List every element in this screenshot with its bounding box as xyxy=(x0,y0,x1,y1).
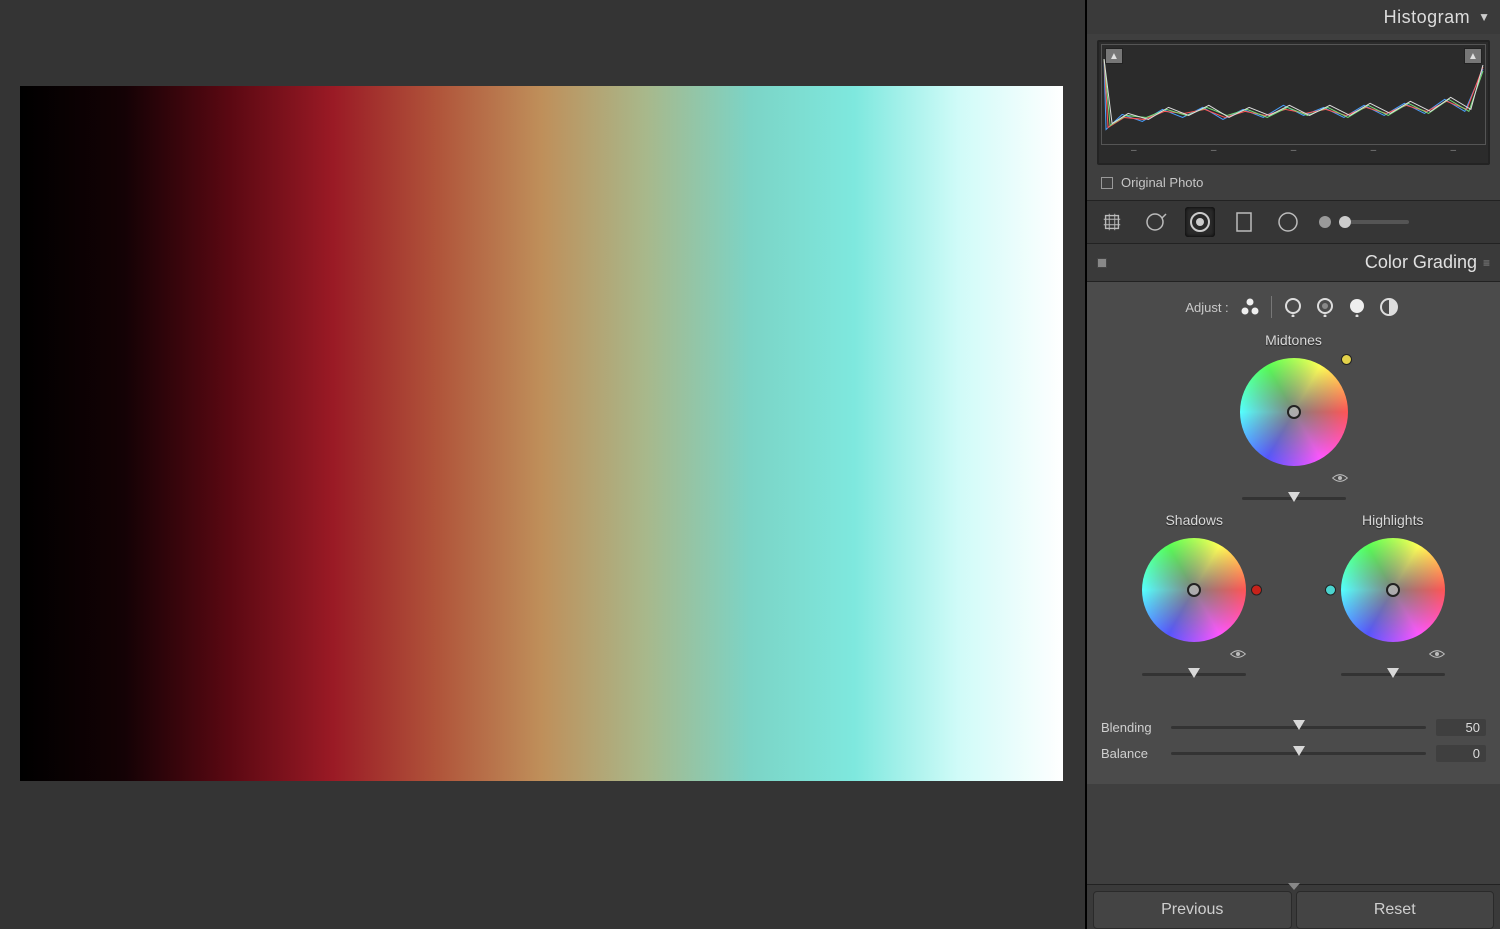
highlights-luminance-slider[interactable] xyxy=(1341,668,1445,680)
shadows-color-wheel[interactable] xyxy=(1142,538,1246,642)
panel-footer-buttons: Previous Reset xyxy=(1087,884,1500,929)
shadows-mode-icon xyxy=(1283,297,1303,317)
preview-image[interactable] xyxy=(20,86,1063,781)
brush-slider-knob[interactable] xyxy=(1339,216,1351,228)
histogram-container: ▲ ▲ – – – – – xyxy=(1097,40,1490,165)
develop-side-panel: Histogram ▼ ▲ ▲ – – – – – xyxy=(1085,0,1500,929)
original-photo-row[interactable]: Original Photo xyxy=(1087,165,1500,200)
blending-value[interactable]: 50 xyxy=(1436,719,1486,736)
shadows-wheel-center[interactable] xyxy=(1187,583,1201,597)
gradient-tool-button[interactable] xyxy=(1229,207,1259,237)
balance-slider[interactable] xyxy=(1171,752,1426,755)
eye-icon[interactable] xyxy=(1332,472,1348,484)
balance-knob[interactable] xyxy=(1293,746,1305,756)
adjust-label: Adjust : xyxy=(1185,300,1228,315)
spot-icon xyxy=(1144,210,1168,234)
image-canvas-area xyxy=(0,0,1085,929)
midtones-mode-icon xyxy=(1315,297,1335,317)
blending-row: Blending 50 xyxy=(1101,714,1486,740)
adjust-mode-highlights-button[interactable] xyxy=(1344,294,1370,320)
histogram-panel-header[interactable]: Histogram ▼ xyxy=(1087,0,1500,34)
adjust-mode-threeway-button[interactable] xyxy=(1237,294,1263,320)
midtones-luminance-knob[interactable] xyxy=(1288,492,1300,502)
shadows-highlights-row: Shadows Highlights xyxy=(1101,512,1486,680)
crop-icon xyxy=(1101,211,1123,233)
eye-icon[interactable] xyxy=(1429,648,1445,660)
gradient-icon xyxy=(1234,211,1254,233)
color-grading-body: Adjust : Midtone xyxy=(1087,282,1500,784)
redeye-icon xyxy=(1188,210,1212,234)
local-adjust-toolstrip xyxy=(1087,200,1500,244)
shadows-section: Shadows xyxy=(1101,512,1288,680)
midtones-color-wheel[interactable] xyxy=(1240,358,1348,466)
highlights-section: Highlights xyxy=(1300,512,1487,680)
app-root: Histogram ▼ ▲ ▲ – – – – – xyxy=(0,0,1500,929)
reset-button[interactable]: Reset xyxy=(1296,891,1495,929)
midtones-tint-handle[interactable] xyxy=(1341,354,1352,365)
midtones-luminance-slider[interactable] xyxy=(1242,492,1346,504)
previous-button[interactable]: Previous xyxy=(1093,891,1292,929)
balance-value[interactable]: 0 xyxy=(1436,745,1486,762)
highlights-luminance-knob[interactable] xyxy=(1387,668,1399,678)
eye-icon[interactable] xyxy=(1230,648,1246,660)
midtones-wheel-center[interactable] xyxy=(1287,405,1301,419)
midtones-section: Midtones xyxy=(1101,332,1486,504)
highlights-color-wheel[interactable] xyxy=(1341,538,1445,642)
crop-tool-button[interactable] xyxy=(1097,207,1127,237)
adjust-brush-slider[interactable] xyxy=(1317,214,1490,230)
panel-resize-grip-icon[interactable] xyxy=(1288,883,1300,890)
blend-balance-rows: Blending 50 Balance 0 xyxy=(1101,714,1486,766)
adjust-mode-midtones-button[interactable] xyxy=(1312,294,1338,320)
threeway-icon xyxy=(1240,297,1260,317)
blending-slider[interactable] xyxy=(1171,726,1426,729)
brush-knob-icon xyxy=(1317,214,1333,230)
color-grading-title: Color Grading xyxy=(1365,252,1477,273)
highlights-label: Highlights xyxy=(1362,512,1423,528)
shadows-tint-handle[interactable] xyxy=(1251,585,1262,596)
histogram-plot[interactable]: ▲ ▲ xyxy=(1101,44,1486,145)
original-photo-checkbox[interactable] xyxy=(1101,177,1113,189)
histogram-zone-ticks: – – – – – xyxy=(1101,145,1486,161)
balance-label: Balance xyxy=(1101,746,1161,761)
midtones-label: Midtones xyxy=(1265,332,1322,348)
highlights-mode-icon xyxy=(1347,297,1367,317)
adjust-mode-global-button[interactable] xyxy=(1376,294,1402,320)
radial-icon xyxy=(1276,210,1300,234)
original-photo-label: Original Photo xyxy=(1121,175,1203,190)
histogram-svg xyxy=(1102,59,1485,140)
balance-row: Balance 0 xyxy=(1101,740,1486,766)
chevron-down-icon: ▼ xyxy=(1478,10,1490,24)
midtones-eye-row xyxy=(1240,472,1348,488)
blending-knob[interactable] xyxy=(1293,720,1305,730)
shadows-luminance-slider[interactable] xyxy=(1142,668,1246,680)
highlights-wheel-center[interactable] xyxy=(1386,583,1400,597)
redeye-tool-button[interactable] xyxy=(1185,207,1215,237)
brush-slider-track[interactable] xyxy=(1339,220,1409,224)
panel-toggle-switch[interactable] xyxy=(1097,258,1107,268)
highlights-tint-handle[interactable] xyxy=(1325,585,1336,596)
adjust-mode-row: Adjust : xyxy=(1101,294,1486,320)
histogram-title: Histogram xyxy=(1384,7,1471,28)
global-mode-icon xyxy=(1380,298,1398,316)
shadows-luminance-knob[interactable] xyxy=(1188,668,1200,678)
shadows-label: Shadows xyxy=(1165,512,1223,528)
blending-label: Blending xyxy=(1101,720,1161,735)
color-grading-panel-header[interactable]: Color Grading ≡ xyxy=(1087,244,1500,282)
radial-tool-button[interactable] xyxy=(1273,207,1303,237)
adjust-mode-shadows-button[interactable] xyxy=(1280,294,1306,320)
panel-menu-icon[interactable]: ≡ xyxy=(1483,256,1490,270)
spot-removal-button[interactable] xyxy=(1141,207,1171,237)
